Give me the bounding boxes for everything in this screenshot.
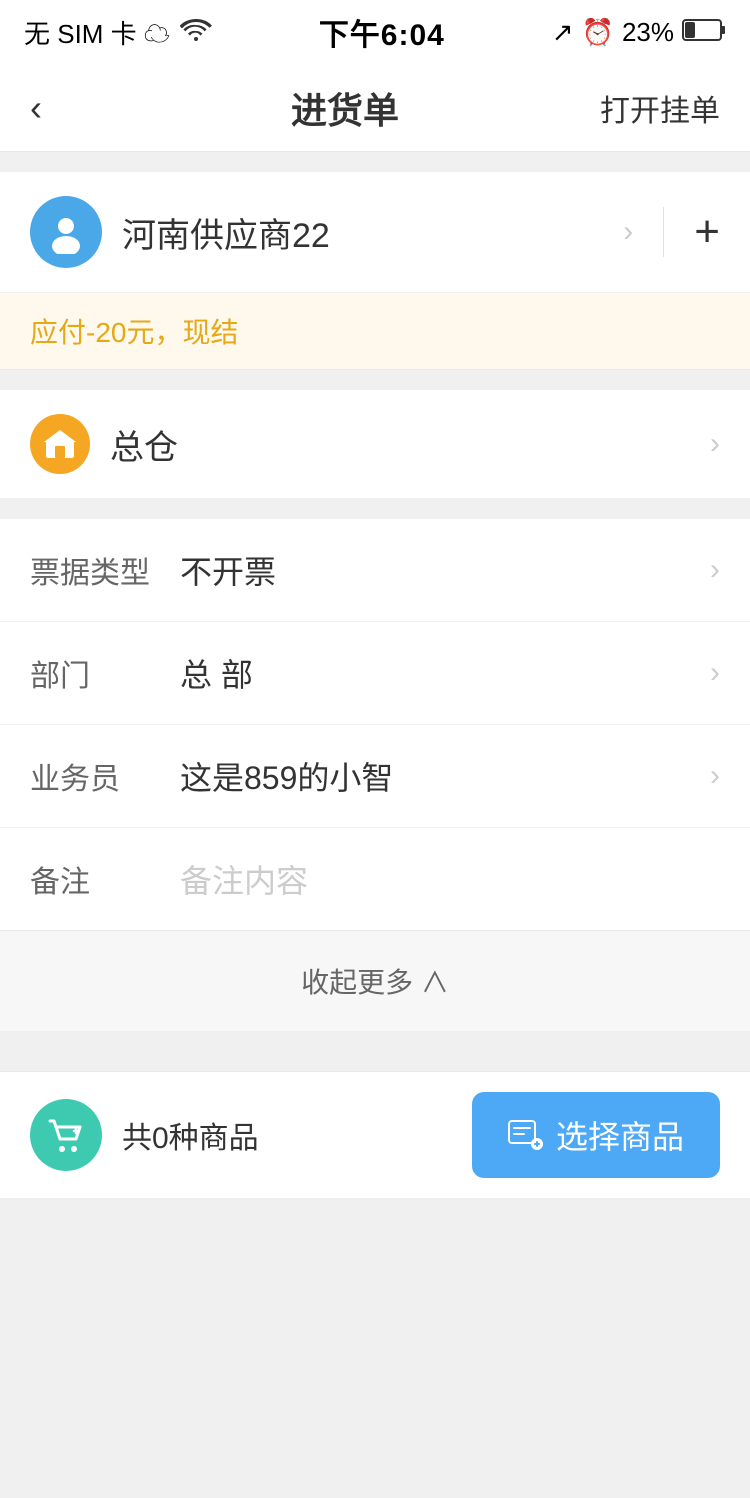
invoice-type-row[interactable]: 票据类型 不开票 › bbox=[0, 518, 750, 621]
battery-text: 23% bbox=[622, 17, 674, 48]
bottom-bar: 共0种商品 选择商品 bbox=[0, 1071, 750, 1198]
form-section: 票据类型 不开票 › 部门 总 部 › 业务员 这是859的小智 › 备注 备注… bbox=[0, 518, 750, 1031]
supplier-name: 河南供应商22 bbox=[122, 208, 623, 257]
supplier-avatar bbox=[30, 196, 102, 268]
select-goods-label: 选择商品 bbox=[556, 1112, 684, 1158]
open-pending-button[interactable]: 打开挂单 bbox=[600, 86, 720, 130]
department-arrow-icon: › bbox=[710, 656, 720, 690]
signal-text: 无 SIM 卡 ☁ bbox=[24, 14, 170, 51]
supplier-divider bbox=[663, 207, 664, 257]
alert-banner: 应付-20元，现结 bbox=[0, 293, 750, 370]
alarm-icon: ⏰ bbox=[582, 17, 614, 48]
section-gap-3 bbox=[0, 498, 750, 518]
section-gap-1 bbox=[0, 152, 750, 172]
collapse-button[interactable]: 收起更多 ∧ bbox=[0, 930, 750, 1031]
department-label: 部门 bbox=[30, 651, 170, 695]
department-row[interactable]: 部门 总 部 › bbox=[0, 621, 750, 724]
salesperson-arrow-icon: › bbox=[710, 759, 720, 793]
supplier-section: 河南供应商22 › + 应付-20元，现结 bbox=[0, 172, 750, 370]
invoice-type-label: 票据类型 bbox=[30, 548, 170, 592]
department-value: 总 部 bbox=[170, 650, 710, 696]
status-left: 无 SIM 卡 ☁ bbox=[24, 14, 212, 51]
back-button[interactable]: ‹ bbox=[30, 87, 90, 129]
status-time: 下午6:04 bbox=[319, 10, 445, 54]
status-bar: 无 SIM 卡 ☁ 下午6:04 ↗ ⏰ 23% bbox=[0, 0, 750, 64]
page-title: 进货单 bbox=[291, 82, 399, 134]
salesperson-row[interactable]: 业务员 这是859的小智 › bbox=[0, 724, 750, 827]
status-right: ↗ ⏰ 23% bbox=[552, 17, 726, 48]
goods-count: 共0种商品 bbox=[122, 1113, 472, 1157]
warehouse-arrow-icon: › bbox=[710, 427, 720, 461]
section-gap-4 bbox=[0, 1031, 750, 1051]
remark-label: 备注 bbox=[30, 857, 170, 901]
warehouse-row[interactable]: 总仓 › bbox=[0, 390, 750, 498]
page-rest bbox=[0, 1198, 750, 1498]
invoice-type-arrow-icon: › bbox=[710, 553, 720, 587]
remark-input[interactable]: 备注内容 bbox=[170, 856, 720, 902]
supplier-row[interactable]: 河南供应商22 › + bbox=[0, 172, 750, 293]
location-icon: ↗ bbox=[552, 17, 574, 48]
select-goods-button[interactable]: 选择商品 bbox=[472, 1092, 720, 1178]
supplier-add-button[interactable]: + bbox=[694, 207, 720, 257]
warehouse-icon bbox=[30, 414, 90, 474]
supplier-arrow-icon: › bbox=[623, 215, 633, 249]
section-gap-2 bbox=[0, 370, 750, 390]
wifi-icon bbox=[180, 17, 212, 48]
invoice-type-value: 不开票 bbox=[170, 547, 710, 593]
warehouse-name: 总仓 bbox=[110, 420, 710, 469]
salesperson-value: 这是859的小智 bbox=[170, 753, 710, 799]
battery-icon bbox=[682, 17, 726, 48]
cart-icon bbox=[30, 1099, 102, 1171]
nav-bar: ‹ 进货单 打开挂单 bbox=[0, 64, 750, 152]
remark-row[interactable]: 备注 备注内容 bbox=[0, 827, 750, 930]
warehouse-section[interactable]: 总仓 › bbox=[0, 390, 750, 498]
salesperson-label: 业务员 bbox=[30, 754, 170, 798]
